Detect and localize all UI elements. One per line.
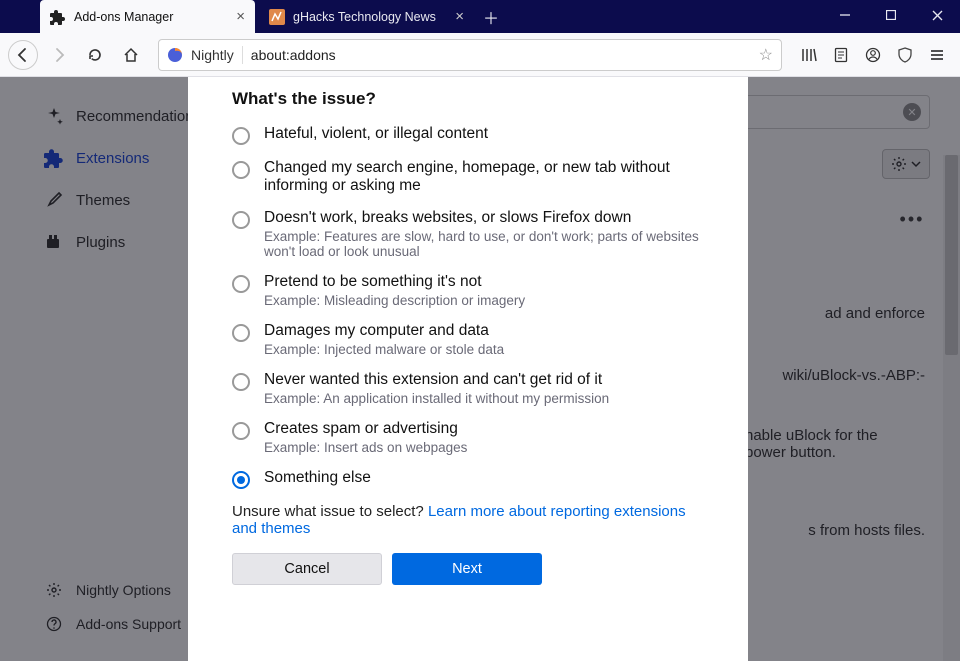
radio-button[interactable] (232, 161, 250, 179)
issue-option[interactable]: Doesn't work, breaks websites, or slows … (232, 209, 712, 259)
tab-ghacks[interactable]: gHacks Technology News × (259, 0, 474, 33)
option-label: Hateful, violent, or illegal content (264, 125, 712, 143)
radio-button[interactable] (232, 275, 250, 293)
radio-button[interactable] (232, 373, 250, 391)
content-area: Recommendations Extensions Themes Plugin… (0, 77, 960, 661)
issue-option[interactable]: Never wanted this extension and can't ge… (232, 371, 712, 406)
issue-option[interactable]: Something else (232, 469, 712, 489)
brand-label: Nightly (191, 47, 234, 63)
issue-option[interactable]: Pretend to be something it's not Example:… (232, 273, 712, 308)
tab-addons-manager[interactable]: Add-ons Manager × (40, 0, 255, 33)
new-tab-button[interactable]: ＋ (476, 2, 506, 32)
option-label: Damages my computer and data (264, 322, 712, 340)
radio-button[interactable] (232, 127, 250, 145)
minimize-button[interactable] (822, 0, 868, 30)
window-controls (822, 0, 960, 33)
option-label: Pretend to be something it's not (264, 273, 712, 291)
next-button[interactable]: Next (392, 553, 542, 585)
forward-button[interactable] (44, 40, 74, 70)
url-text: about:addons (251, 47, 751, 63)
tab-strip: Add-ons Manager × gHacks Technology News… (40, 0, 506, 33)
issue-option[interactable]: Changed my search engine, homepage, or n… (232, 159, 712, 195)
option-label: Changed my search engine, homepage, or n… (264, 159, 712, 195)
issue-option[interactable]: Damages my computer and data Example: Inj… (232, 322, 712, 357)
titlebar: Add-ons Manager × gHacks Technology News… (0, 0, 960, 33)
close-window-button[interactable] (914, 0, 960, 30)
report-issue-dialog: What's the issue? Hateful, violent, or i… (188, 77, 748, 661)
maximize-button[interactable] (868, 0, 914, 30)
divider (242, 46, 243, 64)
option-description: Example: Features are slow, hard to use,… (264, 229, 712, 259)
option-description: Example: Injected malware or stole data (264, 342, 712, 357)
radio-button[interactable] (232, 324, 250, 342)
puzzle-icon (50, 9, 66, 25)
library-button[interactable] (794, 40, 824, 70)
shield-icon[interactable] (890, 40, 920, 70)
help-text: Unsure what issue to select? Learn more … (232, 503, 712, 537)
reader-button[interactable] (826, 40, 856, 70)
option-label: Creates spam or advertising (264, 420, 712, 438)
option-label: Never wanted this extension and can't ge… (264, 371, 712, 389)
account-button[interactable] (858, 40, 888, 70)
radio-button[interactable] (232, 211, 250, 229)
option-label: Doesn't work, breaks websites, or slows … (264, 209, 712, 227)
close-icon[interactable]: × (236, 8, 245, 25)
option-label: Something else (264, 469, 712, 487)
close-icon[interactable]: × (455, 8, 464, 25)
option-description: Example: Misleading description or image… (264, 293, 712, 308)
dialog-title: What's the issue? (232, 89, 712, 109)
firefox-icon (167, 47, 183, 63)
menu-button[interactable] (922, 40, 952, 70)
address-bar[interactable]: Nightly about:addons ☆ (158, 39, 782, 71)
option-description: Example: Insert ads on webpages (264, 440, 712, 455)
radio-button[interactable] (232, 471, 250, 489)
cancel-button[interactable]: Cancel (232, 553, 382, 585)
option-description: Example: An application installed it wit… (264, 391, 712, 406)
reload-button[interactable] (80, 40, 110, 70)
issue-option[interactable]: Creates spam or advertising Example: Inse… (232, 420, 712, 455)
bookmark-star-icon[interactable]: ☆ (759, 45, 773, 65)
home-button[interactable] (116, 40, 146, 70)
back-button[interactable] (8, 40, 38, 70)
toolbar: Nightly about:addons ☆ (0, 33, 960, 77)
issue-option[interactable]: Hateful, violent, or illegal content (232, 125, 712, 145)
tab-title: gHacks Technology News (293, 10, 436, 24)
dialog-buttons: Cancel Next (232, 553, 712, 585)
site-icon (269, 9, 285, 25)
radio-button[interactable] (232, 422, 250, 440)
tab-title: Add-ons Manager (74, 10, 173, 24)
